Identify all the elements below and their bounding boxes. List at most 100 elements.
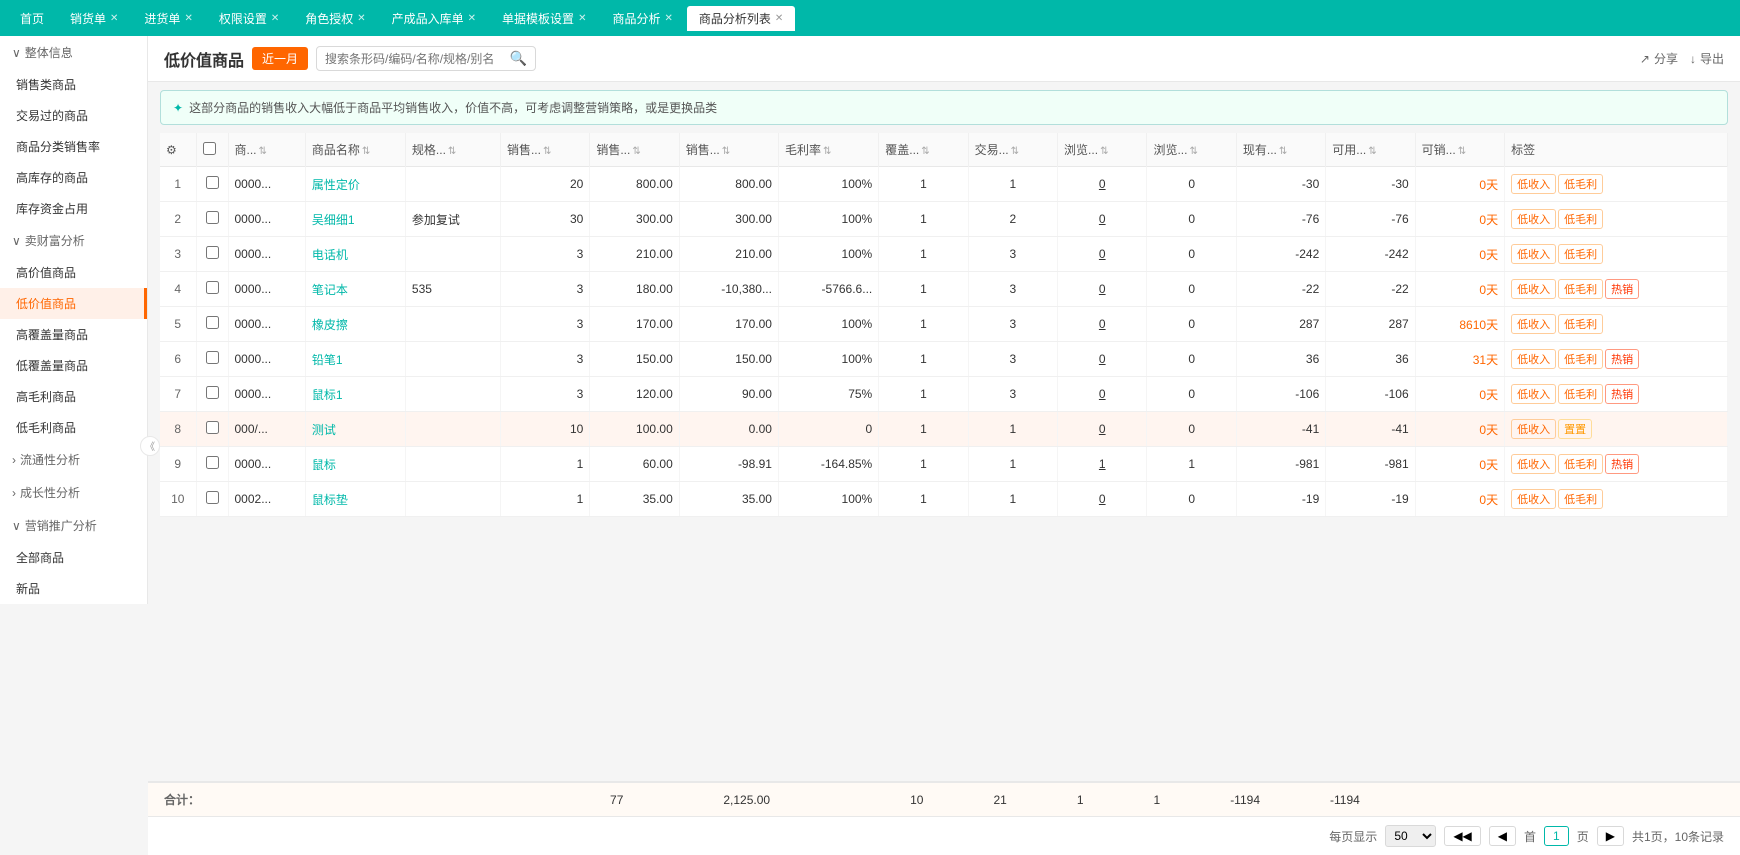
nav-tab-sales[interactable]: 销货单 ✕ (58, 6, 130, 31)
first-page-button[interactable]: ◀◀ (1444, 826, 1480, 846)
row-view2: 0 (1147, 342, 1236, 377)
sidebar-group-overall[interactable]: ∨ 整体信息 (0, 36, 147, 69)
row-checkbox[interactable] (206, 176, 219, 189)
sidebar-item-low-coverage[interactable]: 低覆盖量商品 (0, 350, 147, 381)
footer-col7: 1 (1077, 793, 1084, 807)
nav-tab-stock-in-close[interactable]: ✕ (468, 13, 476, 24)
row-col3: -98.91 (679, 447, 778, 482)
row-trade: 1 (968, 482, 1057, 517)
export-button[interactable]: ↓ 导出 (1690, 50, 1724, 67)
nav-tab-purchase-close[interactable]: ✕ (184, 13, 192, 24)
nav-tab-stock-in[interactable]: 产成品入库单 ✕ (380, 6, 488, 31)
per-page-select[interactable]: 50 100 200 (1385, 825, 1436, 847)
sidebar-item-category-rate[interactable]: 商品分类销售率 (0, 131, 147, 162)
row-checkbox[interactable] (206, 316, 219, 329)
nav-tab-home[interactable]: 首页 (8, 6, 56, 31)
nav-tab-analysis-list[interactable]: 商品分析列表 ✕ (687, 6, 795, 31)
row-checkbox[interactable] (206, 386, 219, 399)
row-view1[interactable]: 0 (1058, 167, 1147, 202)
row-checkbox[interactable] (206, 211, 219, 224)
sidebar-collapse-btn[interactable]: 《 (140, 436, 160, 456)
row-view1[interactable]: 0 (1058, 202, 1147, 237)
nav-tab-analysis-close[interactable]: ✕ (664, 13, 672, 24)
row-view1[interactable]: 1 (1058, 447, 1147, 482)
row-checkbox[interactable] (206, 246, 219, 259)
nav-tab-analysis[interactable]: 商品分析 ✕ (600, 6, 684, 31)
sidebar-item-sales-products[interactable]: 销售类商品 (0, 69, 147, 100)
nav-tab-analysis-list-close[interactable]: ✕ (775, 13, 783, 24)
sidebar-group-flow[interactable]: › 流通性分析 (0, 443, 147, 476)
nav-tab-template[interactable]: 单据模板设置 ✕ (490, 6, 598, 31)
product-tag: 低毛利 (1558, 349, 1603, 369)
th-col3: 销售...⇅ (679, 133, 778, 167)
row-checkbox[interactable] (206, 421, 219, 434)
th-gear[interactable]: ⚙ (160, 133, 196, 167)
row-name[interactable]: 测试 (305, 412, 405, 447)
row-name[interactable]: 属性定价 (305, 167, 405, 202)
row-view1[interactable]: 0 (1058, 482, 1147, 517)
info-banner: ✦ 这部分商品的销售收入大幅低于商品平均销售收入，价值不高，可考虑调整营销策略，… (160, 90, 1728, 125)
row-name[interactable]: 橡皮擦 (305, 307, 405, 342)
row-index: 8 (160, 412, 196, 447)
row-view1[interactable]: 0 (1058, 412, 1147, 447)
sidebar-item-high-coverage[interactable]: 高覆盖量商品 (0, 319, 147, 350)
sidebar-item-high-stock[interactable]: 高库存的商品 (0, 162, 147, 193)
row-name[interactable]: 鼠标垫 (305, 482, 405, 517)
nav-tab-purchase[interactable]: 进货单 ✕ (132, 6, 204, 31)
th-saleable: 可销...⇅ (1415, 133, 1504, 167)
row-checkbox[interactable] (206, 491, 219, 504)
sidebar-item-low-profit[interactable]: 低毛利商品 (0, 412, 147, 443)
table-row: 9 0000... 鼠标 1 60.00 -98.91 -164.85% 1 1… (160, 447, 1728, 482)
sidebar-group-wealth[interactable]: ∨ 卖财富分析 (0, 224, 147, 257)
row-view1[interactable]: 0 (1058, 342, 1147, 377)
row-name[interactable]: 电话机 (305, 237, 405, 272)
row-name[interactable]: 铅笔1 (305, 342, 405, 377)
share-button[interactable]: ↗ 分享 (1640, 50, 1678, 67)
search-input[interactable] (325, 52, 504, 66)
row-checkbox[interactable] (206, 351, 219, 364)
sidebar-item-traded[interactable]: 交易过的商品 (0, 100, 147, 131)
search-icon[interactable]: 🔍 (510, 50, 527, 67)
row-trade: 1 (968, 447, 1057, 482)
row-view1[interactable]: 0 (1058, 272, 1147, 307)
sidebar-item-high-value[interactable]: 高价值商品 (0, 257, 147, 288)
sidebar-item-stock-capital[interactable]: 库存资金占用 (0, 193, 147, 224)
select-all-checkbox[interactable] (203, 142, 216, 155)
table-row: 10 0002... 鼠标垫 1 35.00 35.00 100% 1 1 0 … (160, 482, 1728, 517)
nav-tab-role-close[interactable]: ✕ (357, 13, 365, 24)
nav-tab-permission-close[interactable]: ✕ (271, 13, 279, 24)
nav-tab-template-close[interactable]: ✕ (578, 13, 586, 24)
row-name[interactable]: 鼠标1 (305, 377, 405, 412)
nav-tab-role[interactable]: 角色授权 ✕ (293, 6, 377, 31)
row-checkbox[interactable] (206, 281, 219, 294)
row-trade: 3 (968, 377, 1057, 412)
sidebar-item-all-products[interactable]: 全部商品 (0, 542, 147, 573)
row-view1[interactable]: 0 (1058, 307, 1147, 342)
row-col2: 60.00 (590, 447, 679, 482)
row-name[interactable]: 吴细细1 (305, 202, 405, 237)
nav-tab-sales-close[interactable]: ✕ (110, 13, 118, 24)
row-view1[interactable]: 0 (1058, 237, 1147, 272)
row-profit-rate: 75% (778, 377, 878, 412)
row-checkbox[interactable] (206, 456, 219, 469)
time-filter-button[interactable]: 近一月 (252, 47, 308, 70)
table-body: 1 0000... 属性定价 20 800.00 800.00 100% 1 1… (160, 167, 1728, 517)
row-view1[interactable]: 0 (1058, 377, 1147, 412)
sidebar-wrapper: ∨ 整体信息 销售类商品 交易过的商品 商品分类销售率 高库存的商品 库存资金占… (0, 36, 148, 855)
prev-page-button[interactable]: ◀ (1489, 826, 1516, 846)
nav-tab-permission[interactable]: 权限设置 ✕ (207, 6, 291, 31)
sidebar-group-marketing[interactable]: ∨ 营销推广分析 (0, 509, 147, 542)
row-current-stock: 36 (1236, 342, 1325, 377)
sidebar-item-new-products[interactable]: 新品 (0, 573, 147, 604)
sidebar-group-growth[interactable]: › 成长性分析 (0, 476, 147, 509)
sidebar-item-low-value[interactable]: 低价值商品 (0, 288, 147, 319)
row-name[interactable]: 鼠标 (305, 447, 405, 482)
row-available-stock: -41 (1326, 412, 1415, 447)
row-name[interactable]: 笔记本 (305, 272, 405, 307)
next-page-button[interactable]: ▶ (1597, 826, 1624, 846)
row-tags-cell: 低收入低毛利 (1505, 237, 1728, 272)
gear-icon[interactable]: ⚙ (166, 143, 177, 157)
th-profit: 毛利率⇅ (778, 133, 878, 167)
sidebar-item-high-profit[interactable]: 高毛利商品 (0, 381, 147, 412)
row-coverage: 1 (879, 447, 968, 482)
